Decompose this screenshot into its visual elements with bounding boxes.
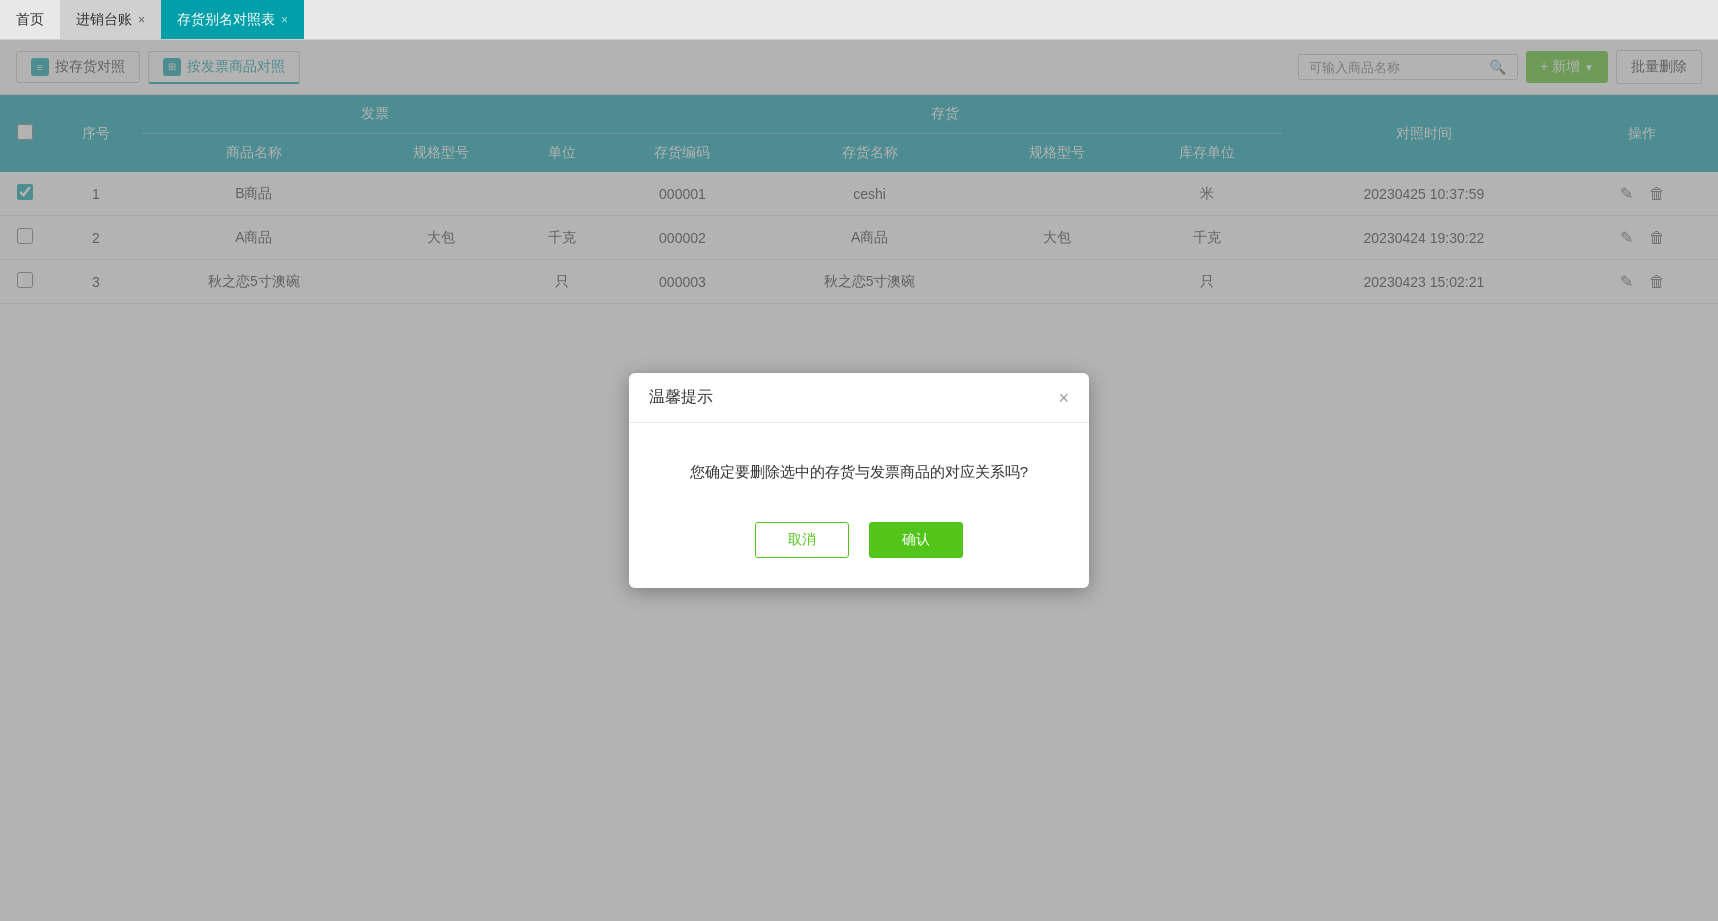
tab-home-label: 首页 — [16, 11, 44, 29]
tab-inventory-alias-close[interactable]: × — [281, 13, 288, 27]
dialog-cancel-btn[interactable]: 取消 — [755, 522, 849, 558]
confirm-dialog: 温馨提示 × 您确定要删除选中的存货与发票商品的对应关系吗? 取消 确认 — [629, 373, 1089, 588]
dialog-footer: 取消 确认 — [629, 512, 1089, 588]
tab-jxtz-close[interactable]: × — [138, 13, 145, 27]
dialog-body: 您确定要删除选中的存货与发票商品的对应关系吗? — [629, 423, 1089, 512]
dialog-message: 您确定要删除选中的存货与发票商品的对应关系吗? — [690, 463, 1028, 480]
tab-jxtz[interactable]: 进销台账 × — [60, 0, 161, 39]
dialog-header: 温馨提示 × — [629, 373, 1089, 423]
dialog-title: 温馨提示 — [649, 387, 713, 408]
main-content: ≡ 按存货对照 ⊞ 按发票商品对照 🔍 + 新增 ▼ 批量删除 — [0, 40, 1718, 921]
tab-inventory-alias-label: 存货别名对照表 — [177, 11, 275, 29]
tab-inventory-alias[interactable]: 存货别名对照表 × — [161, 0, 304, 39]
modal-overlay: 温馨提示 × 您确定要删除选中的存货与发票商品的对应关系吗? 取消 确认 — [0, 40, 1718, 921]
dialog-confirm-btn[interactable]: 确认 — [869, 522, 963, 558]
tab-home[interactable]: 首页 — [0, 0, 60, 39]
tab-jxtz-label: 进销台账 — [76, 11, 132, 29]
tab-bar: 首页 进销台账 × 存货别名对照表 × — [0, 0, 1718, 40]
dialog-close-btn[interactable]: × — [1058, 389, 1069, 407]
